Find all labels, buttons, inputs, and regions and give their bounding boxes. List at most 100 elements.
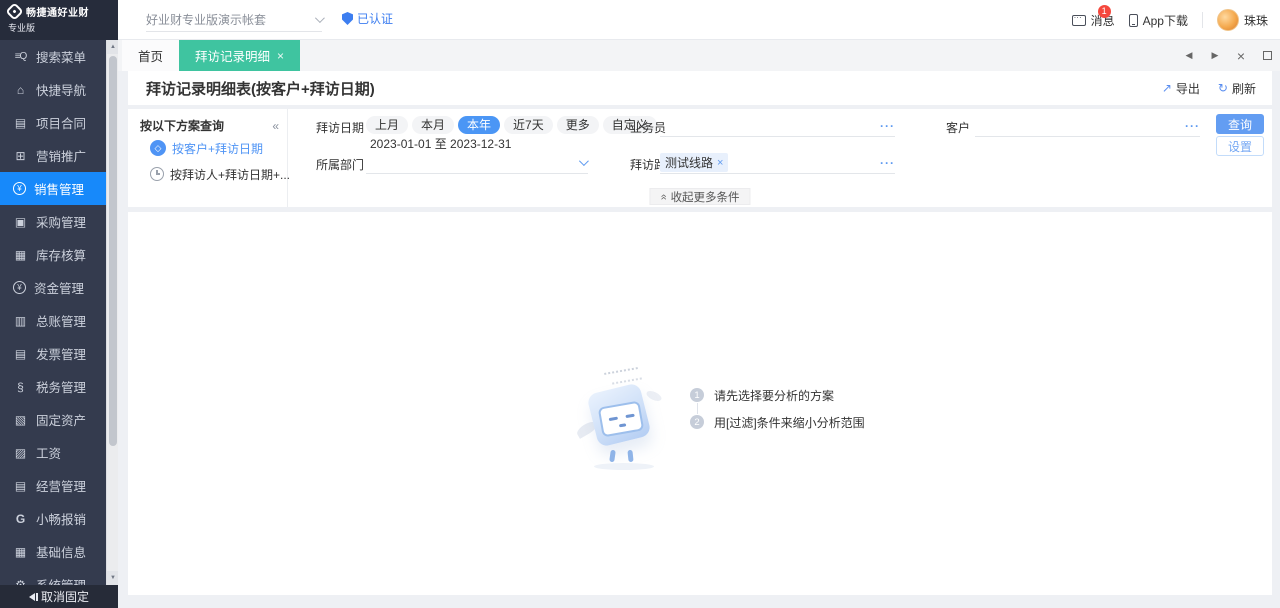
sidebar-item-salary[interactable]: ▨ 工资 xyxy=(0,436,118,469)
tax-icon: § xyxy=(17,379,24,394)
main-area: 首页 拜访记录明细 × ◀ ▶ × 拜访记录明细表(按客户+拜访日期) ↗ 导出 xyxy=(118,40,1280,608)
fullscreen-icon[interactable] xyxy=(1254,40,1280,71)
tab-home[interactable]: 首页 xyxy=(122,40,180,71)
sidebar-item-label: 快捷导航 xyxy=(36,84,87,98)
app-download-button[interactable]: App下载 xyxy=(1128,12,1188,29)
hint-step-2: 2 用[过滤]条件来缩小分析范围 xyxy=(690,414,865,430)
brand-edition: 专业版 xyxy=(8,23,36,33)
sidebar-item-reimburse[interactable]: G 小畅报销 xyxy=(0,502,118,535)
preset-last-7-days[interactable]: 近7天 xyxy=(504,116,553,134)
department-select[interactable] xyxy=(366,152,589,174)
route-tag-label: 测试线路 xyxy=(665,156,714,170)
search-menu-icon: ≡Q xyxy=(14,51,28,62)
preset-more[interactable]: 更多 xyxy=(556,116,599,134)
scheme-item-customer-date[interactable]: ◇ 按客户+拜访日期 xyxy=(150,138,263,158)
tab-scroll-right-icon[interactable]: ▶ xyxy=(1202,40,1228,71)
more-options-icon[interactable]: ··· xyxy=(880,119,895,133)
tab-label: 首页 xyxy=(138,50,164,64)
asset-icon: ▧ xyxy=(14,412,27,427)
sidebar-item-marketing[interactable]: ⊞ 营销推广 xyxy=(0,139,118,172)
sidebar-item-base-info[interactable]: ▦ 基础信息 xyxy=(0,535,118,568)
tab-label: 拜访记录明细 xyxy=(195,50,271,64)
topbar: 畅捷通好业财 专业版 好业财专业版演示帐套 已认证 消息 1 App下载 xyxy=(0,0,1280,40)
sidebar-item-funds[interactable]: ¥ 资金管理 xyxy=(0,271,118,304)
verified-badge-label: 已认证 xyxy=(357,12,394,26)
salesperson-input[interactable]: ··· xyxy=(660,115,895,137)
report-empty-area: 1 请先选择要分析的方案 2 用[过滤]条件来缩小分析范围 xyxy=(128,212,1272,595)
chevron-down-icon xyxy=(314,13,325,24)
visit-date-range[interactable]: 2023-01-01 至 2023-12-31 xyxy=(370,135,511,152)
export-button[interactable]: ↗ 导出 xyxy=(1162,80,1200,97)
message-bubble-icon xyxy=(1071,13,1086,26)
route-tag[interactable]: 测试线路 × xyxy=(660,153,729,172)
sidebar-scrollbar[interactable]: ▲ ▼ xyxy=(106,40,118,585)
query-button[interactable]: 查询 xyxy=(1216,114,1264,134)
sidebar-item-sales-mgmt[interactable]: ¥ 销售管理 xyxy=(0,172,118,205)
scroll-up-icon[interactable]: ▲ xyxy=(107,40,118,54)
sidebar-item-invoice[interactable]: ▤ 发票管理 xyxy=(0,337,118,370)
reimburse-icon: G xyxy=(15,511,26,526)
refresh-button[interactable]: ↻ 刷新 xyxy=(1218,80,1256,97)
empty-state-hints: 1 请先选择要分析的方案 2 用[过滤]条件来缩小分析范围 xyxy=(690,387,865,441)
base-info-icon: ▦ xyxy=(14,544,27,559)
messages-button[interactable]: 消息 1 xyxy=(1071,4,1115,29)
sidebar-item-general-ledger[interactable]: ▥ 总账管理 xyxy=(0,304,118,337)
close-icon[interactable]: × xyxy=(277,49,284,63)
scheme-item-label: 按拜访人+拜访日期+... xyxy=(170,167,291,182)
tab-visit-record-detail[interactable]: 拜访记录明细 × xyxy=(179,40,301,71)
tab-scroll-left-icon[interactable]: ◀ xyxy=(1176,40,1202,71)
sidebar-item-inventory[interactable]: ▦ 库存核算 xyxy=(0,238,118,271)
user-menu[interactable]: 珠珠 xyxy=(1216,9,1268,31)
chevrons-up-icon: « xyxy=(657,193,670,200)
hint-step-1: 1 请先选择要分析的方案 xyxy=(690,387,865,414)
settings-button[interactable]: 设置 xyxy=(1216,136,1264,156)
app-window: 畅捷通好业财 专业版 好业财专业版演示帐套 已认证 消息 1 App下载 xyxy=(0,0,1280,608)
more-options-icon[interactable]: ··· xyxy=(880,156,895,170)
username: 珠珠 xyxy=(1243,13,1268,28)
visit-date-label: 拜访日期 xyxy=(316,120,365,135)
messages-badge: 1 xyxy=(1097,4,1111,18)
step-number-badge: 1 xyxy=(690,388,704,402)
ledger-icon: ▥ xyxy=(14,313,27,328)
filter-panel: 按以下方案查询 « ◇ 按客户+拜访日期 按拜访人+拜访日期+... 拜访日期 … xyxy=(128,109,1272,207)
clipboard-icon: ▤ xyxy=(14,478,27,493)
scrollbar-thumb[interactable] xyxy=(109,56,117,446)
collapse-panel-icon[interactable]: « xyxy=(272,119,279,133)
visit-route-input[interactable]: 测试线路 × ··· xyxy=(660,152,895,174)
preset-this-year[interactable]: 本年 xyxy=(458,116,501,134)
step-connector xyxy=(696,403,698,414)
sidebar-item-purchase-mgmt[interactable]: ▣ 采购管理 xyxy=(0,205,118,238)
gift-icon: ⊞ xyxy=(15,148,26,163)
tabbar: 首页 拜访记录明细 × ◀ ▶ × xyxy=(118,40,1280,71)
chevron-down-icon xyxy=(578,156,589,167)
sidebar-item-tax[interactable]: § 税务管理 xyxy=(0,370,118,403)
collapse-more-conditions-button[interactable]: « 收起更多条件 xyxy=(649,188,751,205)
home-icon: ⌂ xyxy=(16,82,25,97)
sidebar-item-fixed-assets[interactable]: ▧ 固定资产 xyxy=(0,403,118,436)
sidebar-item-system[interactable]: ⚙ 系统管理 xyxy=(0,568,118,586)
sidebar: ≡Q 搜索菜单 ⌂ 快捷导航 ▤ 项目合同 ⊞ 营销推广 ¥ 销售管理 ▣ 采购… xyxy=(0,40,118,585)
sidebar-item-operation[interactable]: ▤ 经营管理 xyxy=(0,469,118,502)
close-all-tabs-icon[interactable]: × xyxy=(1228,40,1254,71)
preset-last-month[interactable]: 上月 xyxy=(366,116,409,134)
scheme-item-visitor-date[interactable]: 按拜访人+拜访日期+... xyxy=(150,164,290,184)
salary-icon: ▨ xyxy=(14,445,27,460)
preset-this-month[interactable]: 本月 xyxy=(412,116,455,134)
sidebar-item-label: 工资 xyxy=(36,447,62,461)
sidebar-item-label: 销售管理 xyxy=(34,183,85,197)
more-options-icon[interactable]: ··· xyxy=(1185,119,1200,133)
remove-tag-icon[interactable]: × xyxy=(717,157,723,169)
customer-input[interactable]: ··· xyxy=(975,115,1200,137)
sidebar-item-quick-nav[interactable]: ⌂ 快捷导航 xyxy=(0,73,118,106)
divider xyxy=(1201,12,1203,28)
shield-icon xyxy=(342,12,353,25)
avatar xyxy=(1216,9,1239,31)
verified-badge[interactable]: 已认证 xyxy=(342,10,393,27)
shopping-bag-icon: ▣ xyxy=(14,214,27,229)
unpin-sidebar-button[interactable]: 取消固定 xyxy=(0,585,118,608)
scroll-down-icon[interactable]: ▼ xyxy=(107,571,118,585)
sidebar-item-search-menu[interactable]: ≡Q 搜索菜单 xyxy=(0,40,118,73)
account-selector[interactable]: 好业财专业版演示帐套 xyxy=(146,8,325,32)
department-label: 所属部门 xyxy=(316,157,365,172)
sidebar-item-project-contract[interactable]: ▤ 项目合同 xyxy=(0,106,118,139)
